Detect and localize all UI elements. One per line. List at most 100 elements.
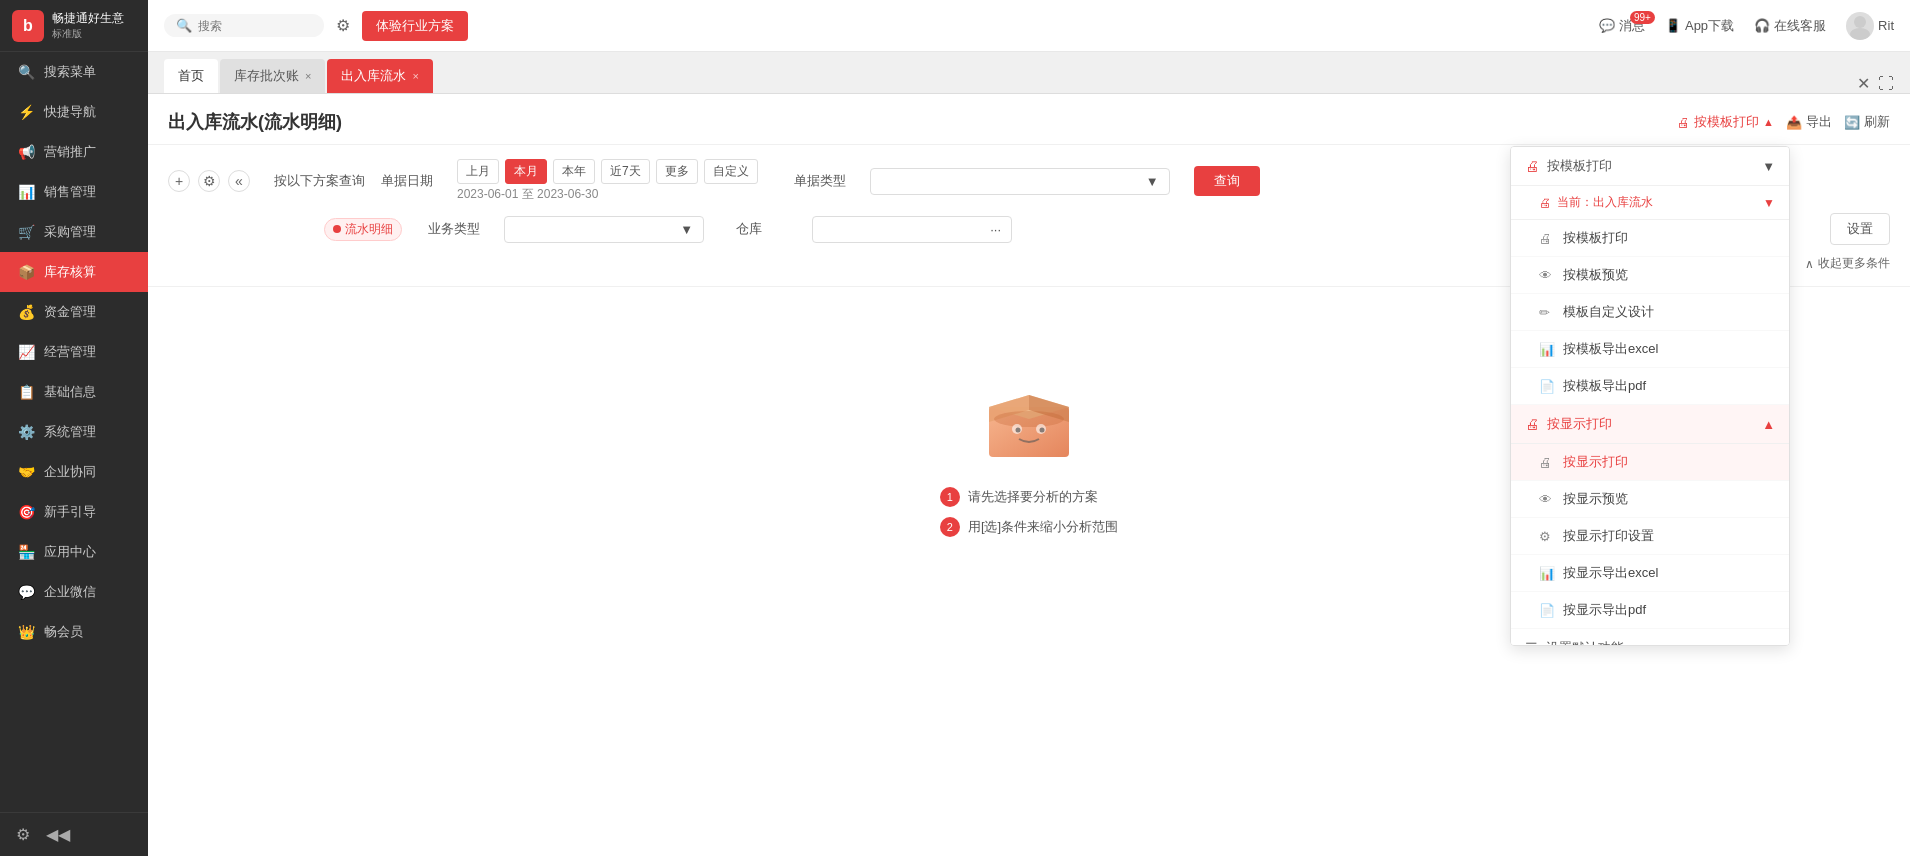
warehouse-select[interactable]: ···	[812, 216, 1012, 243]
tab-inventory-batch[interactable]: 库存批次账 ×	[220, 59, 325, 93]
template-preview-item[interactable]: 👁 按模板预览	[1511, 257, 1789, 294]
display-excel-item[interactable]: 📊 按显示导出excel	[1511, 555, 1789, 592]
template-custom-icon: ✏	[1539, 305, 1555, 320]
tab-actions: ✕ ⛶	[1857, 74, 1894, 93]
svg-point-9	[1016, 428, 1021, 433]
user-name: Rit	[1878, 18, 1894, 33]
warehouse-more: ···	[990, 222, 1001, 237]
step-num-2: 2	[940, 517, 960, 537]
online-service-item[interactable]: 🎧 在线客服	[1754, 17, 1826, 35]
sidebar-item-member[interactable]: 👑 畅会员	[0, 612, 148, 652]
collapse-label: 收起更多条件	[1818, 255, 1890, 272]
filter-collapse-btn[interactable]: «	[228, 170, 250, 192]
main-content: 🔍 ⚙ 体验行业方案 💬 消息 99+ 📱 App下载 🎧 在线客服	[148, 0, 1910, 856]
headset-icon: 🎧	[1754, 18, 1770, 33]
sidebar-item-purchase[interactable]: 🛒 采购管理	[0, 212, 148, 252]
printer-section-icon: 🖨	[1525, 158, 1539, 174]
collapse-sidebar-icon[interactable]: ◀◀	[46, 825, 70, 844]
template-print-section-header[interactable]: 🖨 按模板打印 ▼	[1511, 147, 1789, 186]
tab-bar: 首页 库存批次账 × 出入库流水 × ✕ ⛶	[148, 52, 1910, 94]
sidebar-item-marketing[interactable]: 📢 营销推广	[0, 132, 148, 172]
collapse-conditions-btn[interactable]: ∧ 收起更多条件	[1805, 255, 1890, 272]
purchase-icon: 🛒	[16, 224, 36, 240]
sidebar-item-collab[interactable]: 🤝 企业协同	[0, 452, 148, 492]
sidebar-item-shortcut[interactable]: ⚡ 快捷导航	[0, 92, 148, 132]
sidebar-item-sales[interactable]: 📊 销售管理	[0, 172, 148, 212]
tab-inout-flow-close[interactable]: ×	[412, 70, 418, 82]
current-template-chevron: ▼	[1763, 196, 1775, 210]
sidebar-item-appstore[interactable]: 🏪 应用中心	[0, 532, 148, 572]
setting-button[interactable]: 设置	[1830, 213, 1890, 245]
filter-settings-btn[interactable]: ⚙	[198, 170, 220, 192]
svg-point-10	[1040, 428, 1045, 433]
settings-bottom-icon[interactable]: ⚙	[16, 825, 30, 844]
template-custom-item[interactable]: ✏ 模板自定义设计	[1511, 294, 1789, 331]
search-input[interactable]	[198, 19, 298, 33]
date-range: 2023-06-01 至 2023-06-30	[457, 186, 758, 203]
sidebar-label-operation: 经营管理	[44, 343, 96, 361]
filter-tag: 流水明细	[324, 218, 402, 241]
sales-icon: 📊	[16, 184, 36, 200]
date-btn-this-month[interactable]: 本月	[505, 159, 547, 184]
warehouse-label: 仓库	[736, 220, 796, 238]
tab-inventory-batch-close[interactable]: ×	[305, 70, 311, 82]
inventory-icon: 📦	[16, 264, 36, 280]
display-settings-icon: ⚙	[1539, 529, 1555, 544]
refresh-action[interactable]: 🔄 刷新	[1844, 113, 1890, 131]
tab-home[interactable]: 首页	[164, 59, 218, 93]
date-btn-last-month[interactable]: 上月	[457, 159, 499, 184]
sidebar-item-basic[interactable]: 📋 基础信息	[0, 372, 148, 412]
display-print-item-icon: 🖨	[1539, 455, 1555, 470]
display-print-section-header[interactable]: 🖨 按显示打印 ▲	[1511, 405, 1789, 444]
system-icon: ⚙️	[16, 424, 36, 440]
user-item[interactable]: Rit	[1846, 12, 1894, 40]
sidebar-label-search: 搜索菜单	[44, 63, 96, 81]
template-print-item[interactable]: 🖨 按模板打印	[1511, 220, 1789, 257]
date-btn-more[interactable]: 更多	[656, 159, 698, 184]
tab-inout-flow-label: 出入库流水	[341, 67, 406, 85]
sidebar-label-shortcut: 快捷导航	[44, 103, 96, 121]
filter-add-btn[interactable]: +	[168, 170, 190, 192]
doc-type-chevron: ▼	[1146, 174, 1159, 189]
template-excel-label: 按模板导出excel	[1563, 340, 1658, 358]
logo-text-group: 畅捷通好生意 标准版	[52, 11, 124, 40]
biz-type-chevron: ▼	[680, 222, 693, 237]
biz-type-select[interactable]: ▼	[504, 216, 704, 243]
topbar-search-box[interactable]: 🔍	[164, 14, 324, 37]
template-excel-item[interactable]: 📊 按模板导出excel	[1511, 331, 1789, 368]
display-settings-item[interactable]: ⚙ 按显示打印设置	[1511, 518, 1789, 555]
message-item[interactable]: 💬 消息 99+	[1599, 17, 1645, 35]
sidebar-item-system[interactable]: ⚙️ 系统管理	[0, 412, 148, 452]
tag-dot	[333, 225, 341, 233]
sidebar-item-finance[interactable]: 💰 资金管理	[0, 292, 148, 332]
display-pdf-item[interactable]: 📄 按显示导出pdf	[1511, 592, 1789, 629]
app-download-item[interactable]: 📱 App下载	[1665, 17, 1734, 35]
sidebar-item-wechat[interactable]: 💬 企业微信	[0, 572, 148, 612]
page-area: 出入库流水(流水明细) 🖨 按模板打印 ▲ 📤 导出 🔄 刷新	[148, 94, 1910, 856]
tab-close-icon[interactable]: ✕	[1857, 74, 1870, 93]
doc-type-select[interactable]: ▼	[870, 168, 1170, 195]
date-btn-this-year[interactable]: 本年	[553, 159, 595, 184]
tab-maximize-icon[interactable]: ⛶	[1878, 75, 1894, 93]
default-settings-section[interactable]: ☰ 设置默认功能 ▼	[1511, 629, 1789, 646]
display-preview-item[interactable]: 👁 按显示预览	[1511, 481, 1789, 518]
basic-icon: 📋	[16, 384, 36, 400]
sidebar-item-inventory[interactable]: 📦 库存核算	[0, 252, 148, 292]
date-btn-custom[interactable]: 自定义	[704, 159, 758, 184]
sidebar-item-guide[interactable]: 🎯 新手引导	[0, 492, 148, 532]
tab-inout-flow[interactable]: 出入库流水 ×	[327, 59, 432, 93]
sidebar-label-sales: 销售管理	[44, 183, 96, 201]
print-action[interactable]: 🖨 按模板打印 ▲	[1677, 113, 1774, 131]
filter-date-group: 上月 本月 本年 近7天 更多 自定义 2023-06-01 至 2023-06…	[457, 159, 758, 203]
online-service-label: 在线客服	[1774, 17, 1826, 35]
export-icon: 📤	[1786, 115, 1802, 130]
topbar-gear-icon[interactable]: ⚙	[336, 16, 350, 35]
query-button[interactable]: 查询	[1194, 166, 1260, 196]
sidebar-item-operation[interactable]: 📈 经营管理	[0, 332, 148, 372]
industry-btn[interactable]: 体验行业方案	[362, 11, 468, 41]
export-action[interactable]: 📤 导出	[1786, 113, 1832, 131]
template-pdf-item[interactable]: 📄 按模板导出pdf	[1511, 368, 1789, 405]
display-print-item[interactable]: 🖨 按显示打印	[1511, 444, 1789, 481]
sidebar-item-search[interactable]: 🔍 搜索菜单	[0, 52, 148, 92]
date-btn-7days[interactable]: 近7天	[601, 159, 650, 184]
